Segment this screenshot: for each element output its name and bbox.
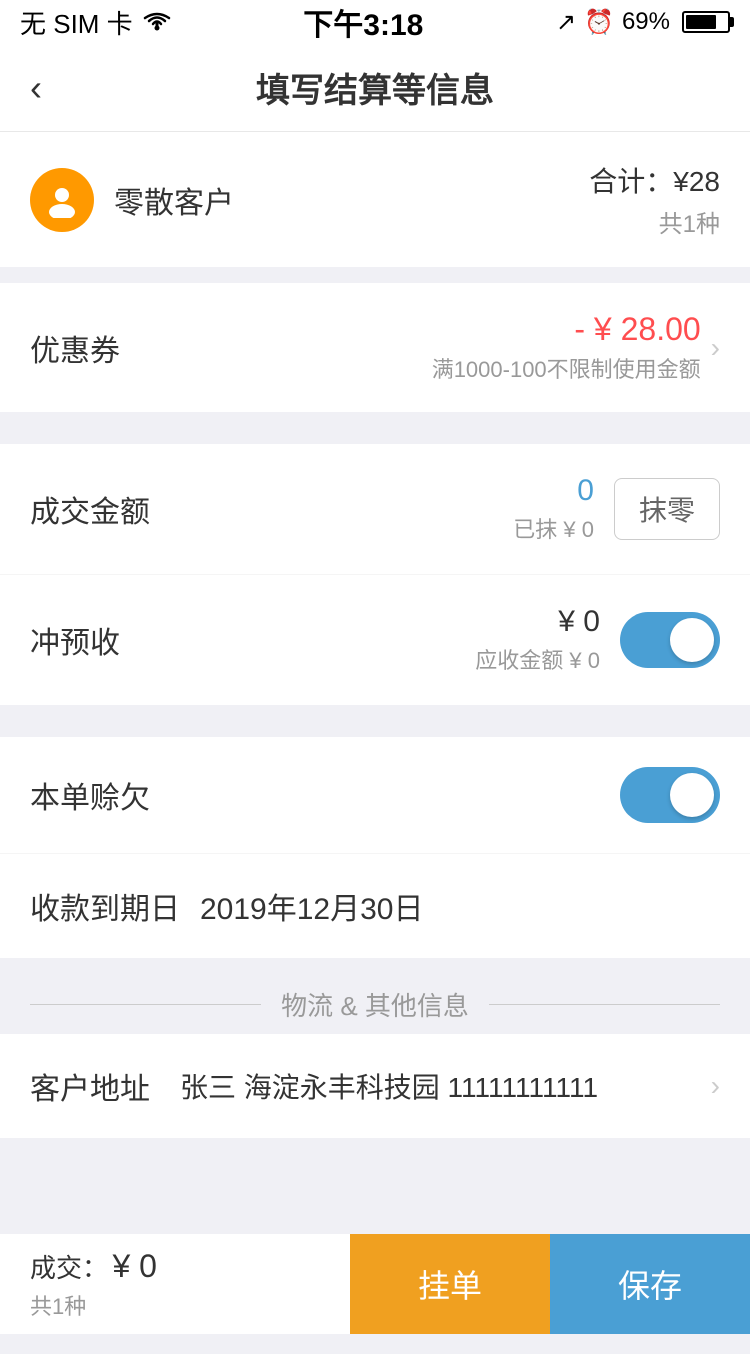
no-sim-text: 无 SIM 卡	[20, 4, 133, 41]
prepayment-value: ¥ 0	[475, 605, 600, 639]
logistics-label: 物流 & 其他信息	[261, 986, 489, 1023]
deal-amount-row: 成交金额 0 已抹 ¥ 0 抹零	[0, 444, 750, 575]
coupon-info: - ¥ 28.00 满1000-100不限制使用金额	[432, 311, 701, 384]
prepayment-label: 冲预收	[30, 618, 120, 662]
status-time: 下午3:18	[303, 0, 423, 44]
footer-deal-value: ¥ 0	[112, 1248, 156, 1284]
prepayment-toggle[interactable]	[620, 612, 720, 668]
footer-deal-label: 成交：	[30, 1253, 108, 1283]
section-divider-1	[0, 428, 750, 444]
round-off-button[interactable]: 抹零	[614, 478, 720, 540]
address-chevron-icon: ›	[711, 1070, 720, 1102]
credit-card: 本单赊欠 收款到期日 2019年12月30日	[0, 737, 750, 958]
deal-amount-sub: 已抹 ¥ 0	[513, 512, 594, 544]
hang-button[interactable]: 挂单	[350, 1234, 550, 1334]
coupon-label: 优惠券	[30, 326, 120, 370]
prepayment-row: 冲预收 ¥ 0 应收金额 ¥ 0	[0, 575, 750, 705]
deal-amount-right: 0 已抹 ¥ 0 抹零	[513, 474, 720, 544]
customer-total: 合计：¥28	[589, 160, 720, 200]
due-date-label: 收款到期日	[30, 884, 180, 928]
deal-prepay-card: 成交金额 0 已抹 ¥ 0 抹零 冲预收 ¥ 0 应收金额 ¥ 0	[0, 444, 750, 705]
due-date-row: 收款到期日 2019年12月30日	[0, 853, 750, 958]
footer-deal-row: 成交： ¥ 0	[30, 1248, 320, 1285]
wifi-icon	[143, 7, 171, 38]
customer-right: 合计：¥28 共1种	[589, 160, 720, 239]
prepayment-sub: 应收金额 ¥ 0	[475, 643, 600, 675]
footer: 成交： ¥ 0 共1种 挂单 保存	[0, 1234, 750, 1334]
credit-label: 本单赊欠	[30, 773, 150, 817]
status-left: 无 SIM 卡	[20, 4, 171, 41]
page-title: 填写结算等信息	[90, 63, 660, 112]
address-row: 客户地址 张三 海淀永丰科技园 11111111111 ›	[0, 1034, 750, 1138]
coupon-right: - ¥ 28.00 满1000-100不限制使用金额 ›	[432, 311, 720, 384]
location-icon: ↗	[556, 8, 576, 37]
status-bar: 无 SIM 卡 下午3:18 ↗ ⏰ 69%	[0, 0, 750, 44]
address-label: 客户地址	[30, 1064, 150, 1108]
prepayment-values: ¥ 0 应收金额 ¥ 0	[475, 605, 600, 675]
deal-amount-label: 成交金额	[30, 487, 150, 531]
logistics-divider: 物流 & 其他信息	[0, 974, 750, 1034]
coupon-card[interactable]: 优惠券 - ¥ 28.00 满1000-100不限制使用金额 ›	[0, 283, 750, 412]
credit-row: 本单赊欠	[0, 737, 750, 853]
status-right: ↗ ⏰ 69%	[556, 8, 730, 37]
customer-name: 零散客户	[114, 178, 234, 222]
customer-count: 共1种	[589, 204, 720, 239]
back-button[interactable]: ‹	[30, 67, 90, 109]
chevron-right-icon: ›	[711, 332, 720, 364]
footer-left: 成交： ¥ 0 共1种	[0, 1248, 350, 1321]
coupon-discount: - ¥ 28.00	[432, 311, 701, 348]
section-divider-2	[0, 721, 750, 737]
address-value: 张三 海淀永丰科技园 11111111111	[180, 1066, 711, 1106]
battery-percent: 69%	[622, 8, 670, 36]
nav-bar: ‹ 填写结算等信息	[0, 44, 750, 132]
customer-left: 零散客户	[30, 168, 234, 232]
content-area: 零散客户 合计：¥28 共1种 优惠券 - ¥ 28.00 满1000-100不…	[0, 132, 750, 1354]
customer-card: 零散客户 合计：¥28 共1种	[0, 132, 750, 267]
save-button[interactable]: 保存	[550, 1234, 750, 1334]
footer-count: 共1种	[30, 1289, 320, 1321]
credit-toggle[interactable]	[620, 767, 720, 823]
battery-icon	[682, 11, 730, 33]
alarm-icon: ⏰	[584, 8, 614, 37]
due-date-value: 2019年12月30日	[200, 884, 423, 928]
coupon-description: 满1000-100不限制使用金额	[432, 352, 701, 384]
deal-amount-value-group: 0 已抹 ¥ 0	[513, 474, 594, 544]
address-card[interactable]: 客户地址 张三 海淀永丰科技园 11111111111 ›	[0, 1034, 750, 1138]
avatar	[30, 168, 94, 232]
prepayment-right: ¥ 0 应收金额 ¥ 0	[475, 605, 720, 675]
deal-amount-value: 0	[513, 474, 594, 508]
